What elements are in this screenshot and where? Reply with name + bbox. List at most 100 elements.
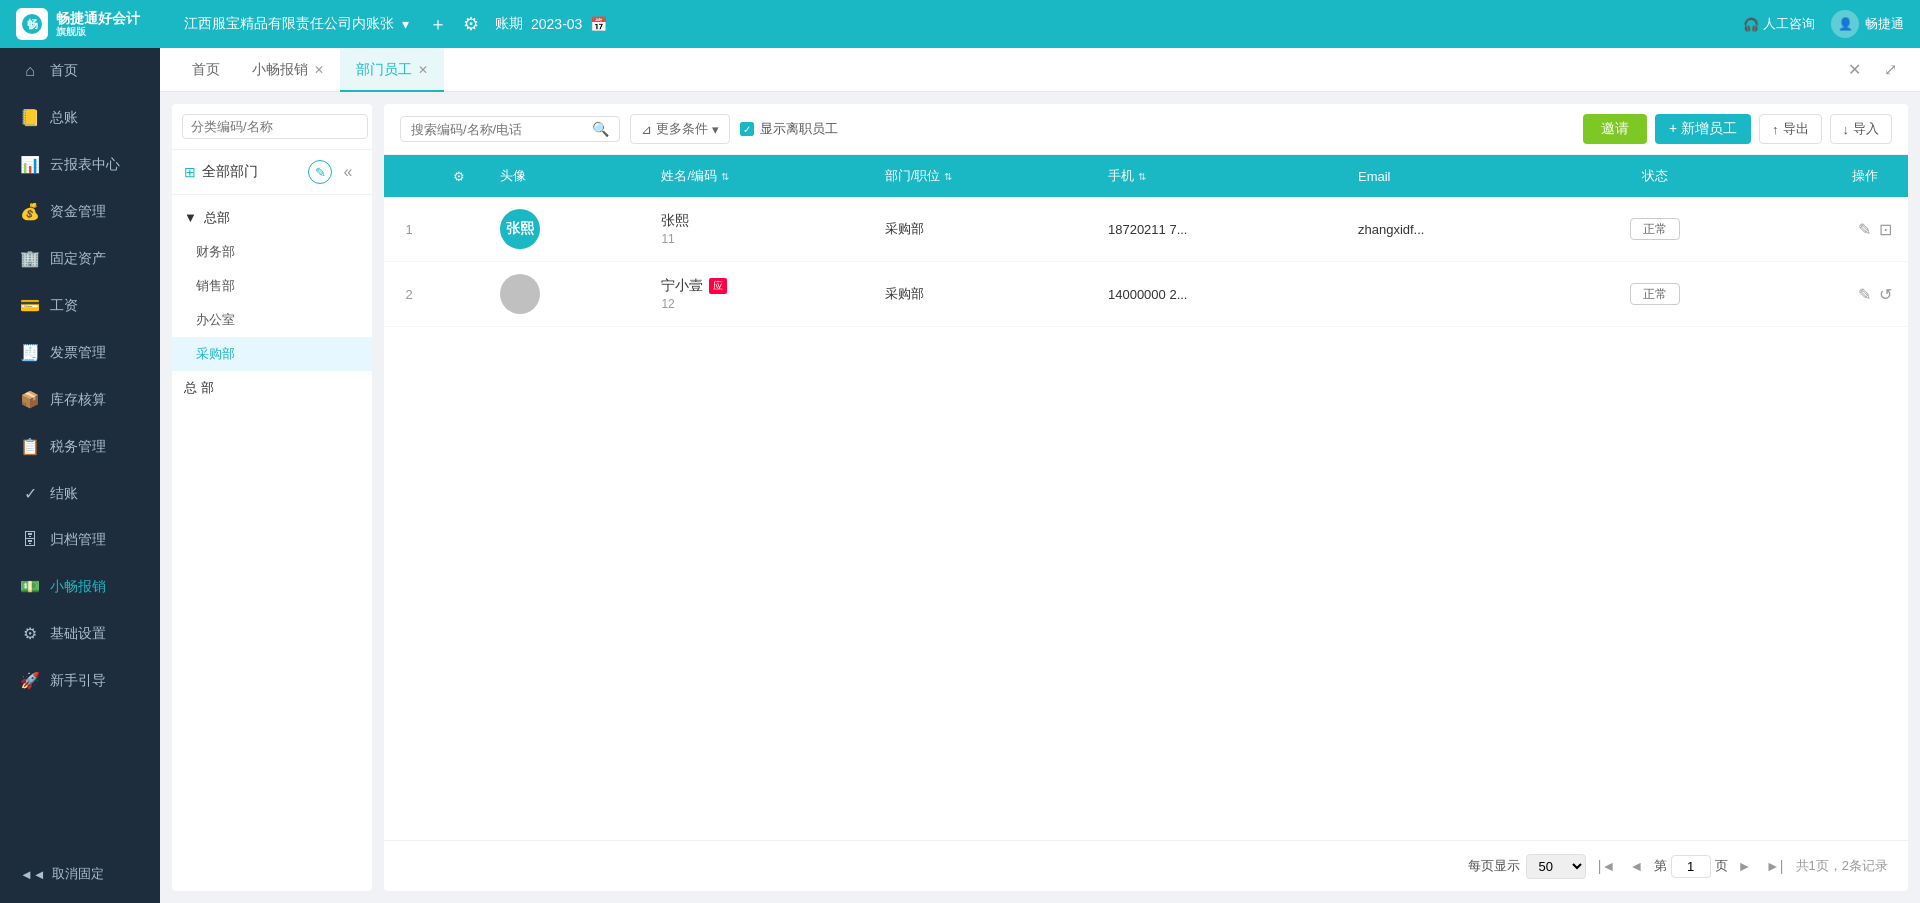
dept-edit-btn[interactable]: ✎ xyxy=(308,160,332,184)
employee-toolbar: 🔍 ⊿ 更多条件 ▾ ✓ 显示离职员工 邀请 + 新增员工 xyxy=(384,104,1908,155)
user-name: 畅捷通 xyxy=(1865,15,1904,33)
row1-actions: ✎ ⊡ xyxy=(1747,197,1908,262)
row1-op-btns: ✎ ⊡ xyxy=(1763,220,1892,239)
company-selector[interactable]: 江西服宝精品有限责任公司内账张 ▾ xyxy=(184,15,409,33)
tab-close-btn[interactable]: ✕ xyxy=(1840,56,1868,84)
period-info: 账期 2023-03 📅 xyxy=(495,15,607,33)
sidebar-label-ledger: 总账 xyxy=(50,109,78,127)
dropdown-icon: ▾ xyxy=(402,16,409,32)
sidebar-item-funds[interactable]: 💰 资金管理 xyxy=(0,188,160,235)
import-btn[interactable]: ↓ 导入 xyxy=(1830,114,1893,144)
row1-more-btn[interactable]: ⊡ xyxy=(1879,220,1892,239)
sidebar-item-expense[interactable]: 💵 小畅报销 xyxy=(0,563,160,610)
ai-service-btn[interactable]: 🎧 人工咨询 xyxy=(1743,15,1815,33)
dept-tree-item-purchase[interactable]: 采购部 xyxy=(172,337,372,371)
dept-tree-item-finance[interactable]: 财务部 xyxy=(172,235,372,269)
row1-email: zhangxidf... xyxy=(1342,197,1563,262)
total-info: 共1页，2条记录 xyxy=(1796,857,1888,875)
tab-dept[interactable]: 部门员工 ✕ xyxy=(340,48,444,92)
page-input[interactable] xyxy=(1671,855,1711,878)
dept-all-btn[interactable]: ⊞ 全部部门 xyxy=(184,163,300,181)
cancel-pin-btn[interactable]: ◄◄ 取消固定 xyxy=(16,857,144,891)
sidebar-bottom: ◄◄ 取消固定 xyxy=(0,845,160,903)
row2-status: 正常 xyxy=(1563,262,1747,327)
dept-collapse-btn[interactable]: « xyxy=(336,160,360,184)
export-btn[interactable]: ↑ 导出 xyxy=(1759,114,1822,144)
dept-tree-parent-general[interactable]: 总 部 xyxy=(172,371,372,405)
checkbox-icon: ✓ xyxy=(740,122,754,136)
svg-text:畅: 畅 xyxy=(27,18,38,30)
invite-btn[interactable]: 邀请 xyxy=(1583,114,1647,144)
show-resigned-label: 显示离职员工 xyxy=(760,120,838,138)
app-title: 畅捷通好会计 xyxy=(56,10,140,27)
dept-tree-parent-hq[interactable]: ▼ 总部 xyxy=(172,201,372,235)
add-employee-btn[interactable]: + 新增员工 xyxy=(1655,114,1751,144)
sidebar-item-assets[interactable]: 🏢 固定资产 xyxy=(0,235,160,282)
filter-icon: ⊿ xyxy=(641,122,652,137)
assets-icon: 🏢 xyxy=(20,249,40,268)
col-name[interactable]: 姓名/编码 ⇅ xyxy=(645,155,868,197)
row2-edit-btn[interactable]: ✎ xyxy=(1858,285,1871,304)
more-filter-btn[interactable]: ⊿ 更多条件 ▾ xyxy=(630,114,730,144)
employee-search-icon[interactable]: 🔍 xyxy=(592,121,609,137)
dept-tree-item-sales[interactable]: 销售部 xyxy=(172,269,372,303)
sidebar-item-inventory[interactable]: 📦 库存核算 xyxy=(0,376,160,423)
app-subtitle: 旗舰版 xyxy=(56,26,140,38)
col-phone[interactable]: 手机 ⇅ xyxy=(1092,155,1342,197)
sidebar-item-ledger[interactable]: 📒 总账 xyxy=(0,94,160,141)
sidebar-item-home[interactable]: ⌂ 首页 xyxy=(0,48,160,94)
table-head: ⚙ 头像 姓名/编码 ⇅ 部门/ xyxy=(384,155,1908,197)
sidebar-label-archive: 归档管理 xyxy=(50,531,106,549)
show-resigned-checkbox[interactable]: ✓ 显示离职员工 xyxy=(740,120,838,138)
row2-avatar xyxy=(484,262,645,327)
page-next-btn[interactable]: ► xyxy=(1732,853,1758,879)
sidebar-item-settings[interactable]: ⚙ 基础设置 xyxy=(0,610,160,657)
tab-expense[interactable]: 小畅报销 ✕ xyxy=(236,48,340,92)
sidebar-label-home: 首页 xyxy=(50,62,78,80)
sidebar-item-closing[interactable]: ✓ 结账 xyxy=(0,470,160,517)
tab-right: ✕ ⤢ xyxy=(1840,56,1904,84)
dept-search-input[interactable] xyxy=(182,114,368,139)
sidebar-item-archive[interactable]: 🗄 归档管理 xyxy=(0,517,160,563)
avatar-ningxiaoyi xyxy=(500,274,540,314)
employee-table: ⚙ 头像 姓名/编码 ⇅ 部门/ xyxy=(384,155,1908,840)
page-first-btn[interactable]: |◄ xyxy=(1594,853,1620,879)
calendar-icon[interactable]: 📅 xyxy=(590,16,607,32)
invoice-icon: 🧾 xyxy=(20,343,40,362)
sidebar-item-guide[interactable]: 🚀 新手引导 xyxy=(0,657,160,704)
page-last-btn[interactable]: ►| xyxy=(1762,853,1788,879)
phone-sort-icon: ⇅ xyxy=(1138,171,1146,182)
settings-sidebar-icon: ⚙ xyxy=(20,624,40,643)
tab-expand-btn[interactable]: ⤢ xyxy=(1876,56,1904,84)
sidebar-item-reports[interactable]: 📊 云报表中心 xyxy=(0,141,160,188)
row2-reset-btn[interactable]: ↺ xyxy=(1879,285,1892,304)
avatar-zhangxi: 张熙 xyxy=(500,209,540,249)
page-nav: |◄ ◄ 第 页 ► ►| xyxy=(1594,853,1788,879)
col-gear[interactable]: ⚙ xyxy=(434,155,484,197)
ai-service-label: 人工咨询 xyxy=(1763,15,1815,33)
add-icon[interactable]: ＋ xyxy=(429,12,447,36)
row1-status: 正常 xyxy=(1563,197,1747,262)
col-num xyxy=(384,155,434,197)
period-value: 2023-03 xyxy=(531,16,582,32)
dept-tree-item-office[interactable]: 办公室 xyxy=(172,303,372,337)
sidebar-label-expense: 小畅报销 xyxy=(50,578,106,596)
page-prev-btn[interactable]: ◄ xyxy=(1624,853,1650,879)
col-dept[interactable]: 部门/职位 ⇅ xyxy=(869,155,1092,197)
tab-home[interactable]: 首页 xyxy=(176,48,236,92)
employee-search-input[interactable] xyxy=(411,122,586,137)
sidebar-item-tax[interactable]: 📋 税务管理 xyxy=(0,423,160,470)
per-page-select[interactable]: 10 20 50 100 xyxy=(1526,854,1586,879)
row1-edit-btn[interactable]: ✎ xyxy=(1858,220,1871,239)
settings-icon[interactable]: ⚙ xyxy=(463,13,479,35)
row1-dept: 采购部 xyxy=(869,197,1092,262)
row1-gear xyxy=(434,197,484,262)
sidebar-item-salary[interactable]: 💳 工资 xyxy=(0,282,160,329)
tab-dept-label: 部门员工 xyxy=(356,61,412,79)
tab-dept-close[interactable]: ✕ xyxy=(418,63,428,77)
sidebar-item-invoice[interactable]: 🧾 发票管理 xyxy=(0,329,160,376)
page-content: 🔍 ⊞ 全部部门 ✎ « ▼ 总部 xyxy=(160,92,1920,903)
tab-expense-close[interactable]: ✕ xyxy=(314,63,324,77)
row2-dept: 采购部 xyxy=(869,262,1092,327)
pin-icon: ◄◄ xyxy=(20,867,46,882)
